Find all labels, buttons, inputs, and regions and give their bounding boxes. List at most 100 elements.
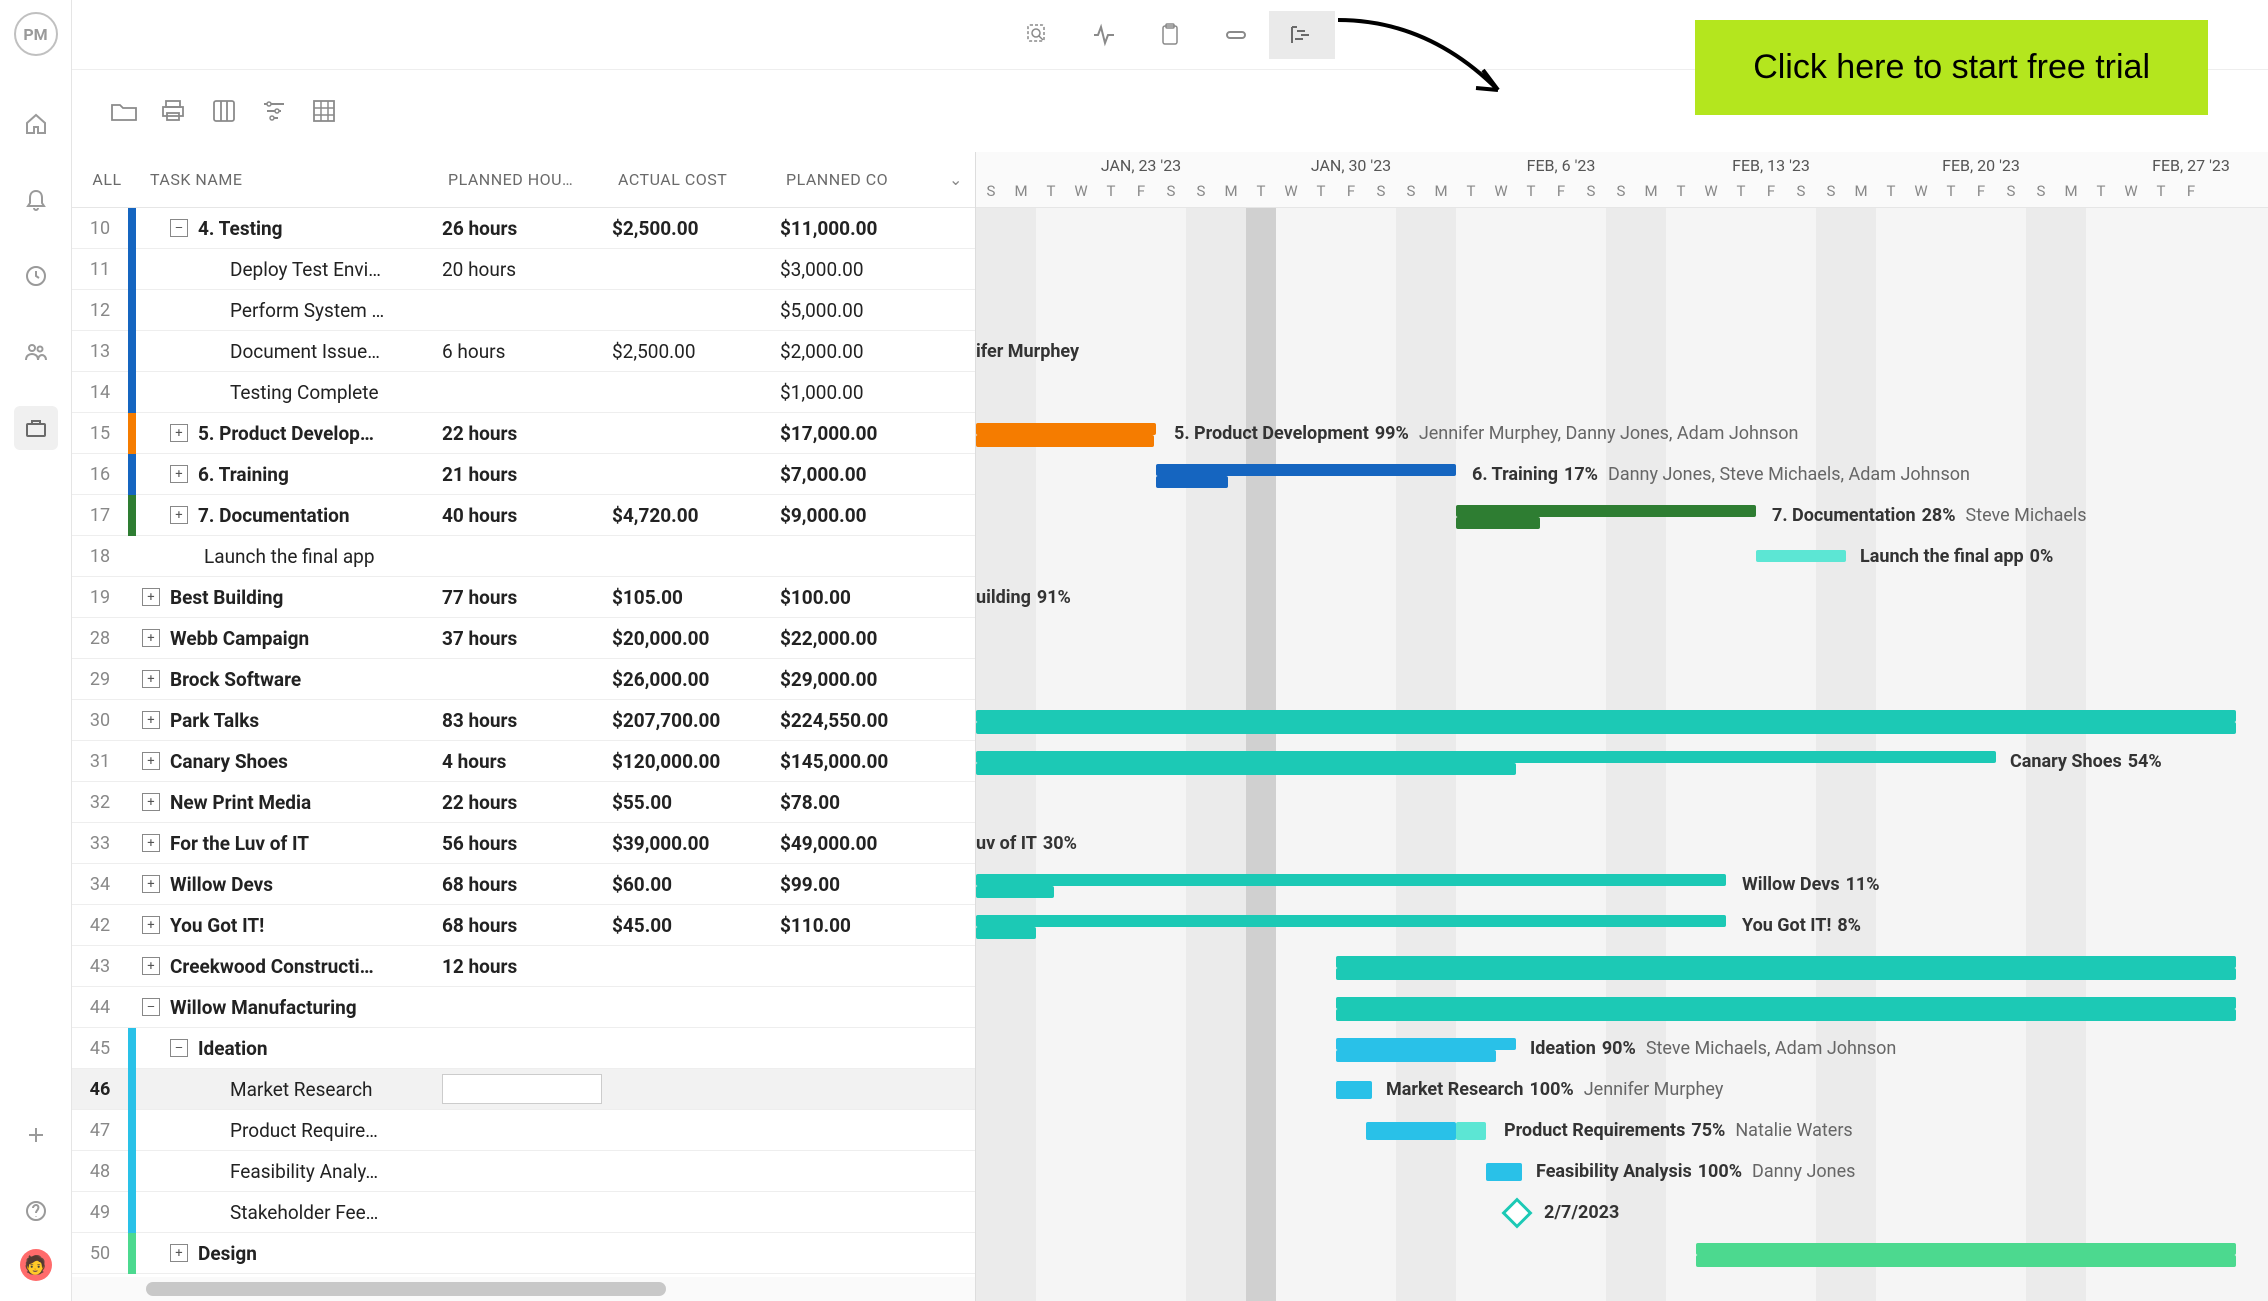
- people-icon[interactable]: [14, 330, 58, 374]
- gantt-bar[interactable]: [1336, 968, 2236, 980]
- planned-cost-cell[interactable]: $49,000.00: [780, 832, 975, 855]
- table-hscroll[interactable]: [72, 1277, 975, 1301]
- actual-cost-cell[interactable]: $4,720.00: [612, 504, 780, 527]
- planned-hours-cell[interactable]: 68 hours: [442, 873, 612, 896]
- task-cell[interactable]: Launch the final app: [136, 545, 442, 568]
- task-cell[interactable]: +For the Luv of IT: [136, 832, 442, 855]
- plus-icon[interactable]: [14, 1113, 58, 1157]
- planned-hours-cell[interactable]: [442, 1074, 612, 1104]
- planned-hours-cell[interactable]: 6 hours: [442, 340, 612, 363]
- planned-cost-cell[interactable]: $100.00: [780, 586, 975, 609]
- planned-hours-cell[interactable]: 22 hours: [442, 791, 612, 814]
- expand-icon[interactable]: +: [170, 1244, 188, 1262]
- task-cell[interactable]: +Canary Shoes: [136, 750, 442, 773]
- actual-cost-cell[interactable]: $39,000.00: [612, 832, 780, 855]
- planned-hours-cell[interactable]: 37 hours: [442, 627, 612, 650]
- table-row[interactable]: 14Testing Complete$1,000.00: [72, 372, 975, 413]
- expand-icon[interactable]: +: [142, 957, 160, 975]
- activity-icon[interactable]: [1071, 11, 1137, 59]
- planned-cost-cell[interactable]: $2,000.00: [780, 340, 975, 363]
- table-row[interactable]: 28+Webb Campaign37 hours$20,000.00$22,00…: [72, 618, 975, 659]
- gantt-track[interactable]: [976, 987, 2268, 1028]
- table-row[interactable]: 17+7. Documentation40 hours$4,720.00$9,0…: [72, 495, 975, 536]
- gantt-bar[interactable]: [976, 423, 1156, 435]
- table-row[interactable]: 46Market Research: [72, 1069, 975, 1110]
- milestone-icon[interactable]: [1501, 1197, 1532, 1228]
- table-row[interactable]: 13Document Issue…6 hours$2,500.00$2,000.…: [72, 331, 975, 372]
- gantt-bar[interactable]: [1366, 1122, 1456, 1140]
- app-logo[interactable]: PM: [14, 12, 58, 56]
- planned-cost-cell[interactable]: $1,000.00: [780, 381, 975, 404]
- task-cell[interactable]: +You Got IT!: [136, 914, 442, 937]
- gantt-track[interactable]: 2/7/2023: [976, 1192, 2268, 1233]
- table-row[interactable]: 34+Willow Devs68 hours$60.00$99.00: [72, 864, 975, 905]
- planned-cost-cell[interactable]: $145,000.00: [780, 750, 975, 773]
- gantt-body[interactable]: ifer Murphey5. Product Development99%Jen…: [976, 208, 2268, 1301]
- planned-cost-cell[interactable]: $5,000.00: [780, 299, 975, 322]
- table-row[interactable]: 49Stakeholder Fee…: [72, 1192, 975, 1233]
- task-cell[interactable]: Stakeholder Fee…: [136, 1201, 442, 1224]
- task-cell[interactable]: +New Print Media: [136, 791, 442, 814]
- gantt-bar[interactable]: [1336, 1050, 1496, 1062]
- planned-cost-cell[interactable]: $22,000.00: [780, 627, 975, 650]
- gantt-track[interactable]: 5. Product Development99%Jennifer Murphe…: [976, 413, 2268, 454]
- col-planned-cost[interactable]: PLANNED CO: [786, 170, 949, 189]
- planned-cost-cell[interactable]: $29,000.00: [780, 668, 975, 691]
- table-row[interactable]: 42+You Got IT!68 hours$45.00$110.00: [72, 905, 975, 946]
- gantt-bar[interactable]: [1336, 956, 2236, 968]
- gantt-bar[interactable]: [976, 763, 1516, 775]
- gantt-track[interactable]: Canary Shoes54%: [976, 741, 2268, 782]
- table-row[interactable]: 43+Creekwood Constructi…12 hours: [72, 946, 975, 987]
- expand-icon[interactable]: +: [142, 670, 160, 688]
- planned-hours-cell[interactable]: 68 hours: [442, 914, 612, 937]
- planned-hours-cell[interactable]: 40 hours: [442, 504, 612, 527]
- columns-icon[interactable]: [206, 93, 242, 129]
- task-cell[interactable]: Market Research: [136, 1078, 442, 1101]
- grid-icon[interactable]: [306, 93, 342, 129]
- gantt-track[interactable]: [976, 946, 2268, 987]
- task-cell[interactable]: +Brock Software: [136, 668, 442, 691]
- expand-icon[interactable]: +: [142, 752, 160, 770]
- home-icon[interactable]: [14, 102, 58, 146]
- task-cell[interactable]: Perform System …: [136, 299, 442, 322]
- table-row[interactable]: 11Deploy Test Envi…20 hours$3,000.00: [72, 249, 975, 290]
- table-row[interactable]: 16+6. Training21 hours$7,000.00: [72, 454, 975, 495]
- expand-icon[interactable]: +: [142, 834, 160, 852]
- gantt-bar[interactable]: [1156, 476, 1228, 488]
- table-row[interactable]: 48Feasibility Analy…: [72, 1151, 975, 1192]
- collapse-icon[interactable]: –: [170, 1039, 188, 1057]
- print-icon[interactable]: [156, 93, 192, 129]
- actual-cost-cell[interactable]: $26,000.00: [612, 668, 780, 691]
- gantt-bar[interactable]: [1336, 1081, 1372, 1099]
- gantt-bar[interactable]: [976, 874, 1726, 886]
- gantt-track[interactable]: Feasibility Analysis100%Danny Jones: [976, 1151, 2268, 1192]
- gantt-bar[interactable]: [1156, 464, 1456, 476]
- planned-cost-cell[interactable]: $3,000.00: [780, 258, 975, 281]
- planned-hours-cell[interactable]: 4 hours: [442, 750, 612, 773]
- col-all[interactable]: ALL: [72, 170, 142, 189]
- gantt-bar[interactable]: [976, 915, 1726, 927]
- planned-hours-cell[interactable]: 83 hours: [442, 709, 612, 732]
- col-task-name[interactable]: TASK NAME: [142, 170, 448, 189]
- gantt-track[interactable]: Market Research100%Jennifer Murphey: [976, 1069, 2268, 1110]
- collapse-icon[interactable]: –: [170, 219, 188, 237]
- gantt-track[interactable]: Willow Devs11%: [976, 864, 2268, 905]
- gantt-track[interactable]: Launch the final app0%: [976, 536, 2268, 577]
- gantt-bar[interactable]: [1336, 1038, 1516, 1050]
- folder-icon[interactable]: [106, 93, 142, 129]
- link-icon[interactable]: [1203, 11, 1269, 59]
- planned-hours-cell[interactable]: 77 hours: [442, 586, 612, 609]
- planned-hours-cell[interactable]: 21 hours: [442, 463, 612, 486]
- planned-cost-cell[interactable]: $224,550.00: [780, 709, 975, 732]
- planned-cost-cell[interactable]: $110.00: [780, 914, 975, 937]
- start-free-trial-button[interactable]: Click here to start free trial: [1695, 20, 2208, 115]
- task-cell[interactable]: +6. Training: [136, 463, 442, 486]
- expand-icon[interactable]: +: [142, 916, 160, 934]
- actual-cost-cell[interactable]: $120,000.00: [612, 750, 780, 773]
- actual-cost-cell[interactable]: $20,000.00: [612, 627, 780, 650]
- table-row[interactable]: 33+For the Luv of IT56 hours$39,000.00$4…: [72, 823, 975, 864]
- bell-icon[interactable]: [14, 178, 58, 222]
- task-cell[interactable]: +Park Talks: [136, 709, 442, 732]
- planned-cost-cell[interactable]: $99.00: [780, 873, 975, 896]
- table-row[interactable]: 29+Brock Software$26,000.00$29,000.00: [72, 659, 975, 700]
